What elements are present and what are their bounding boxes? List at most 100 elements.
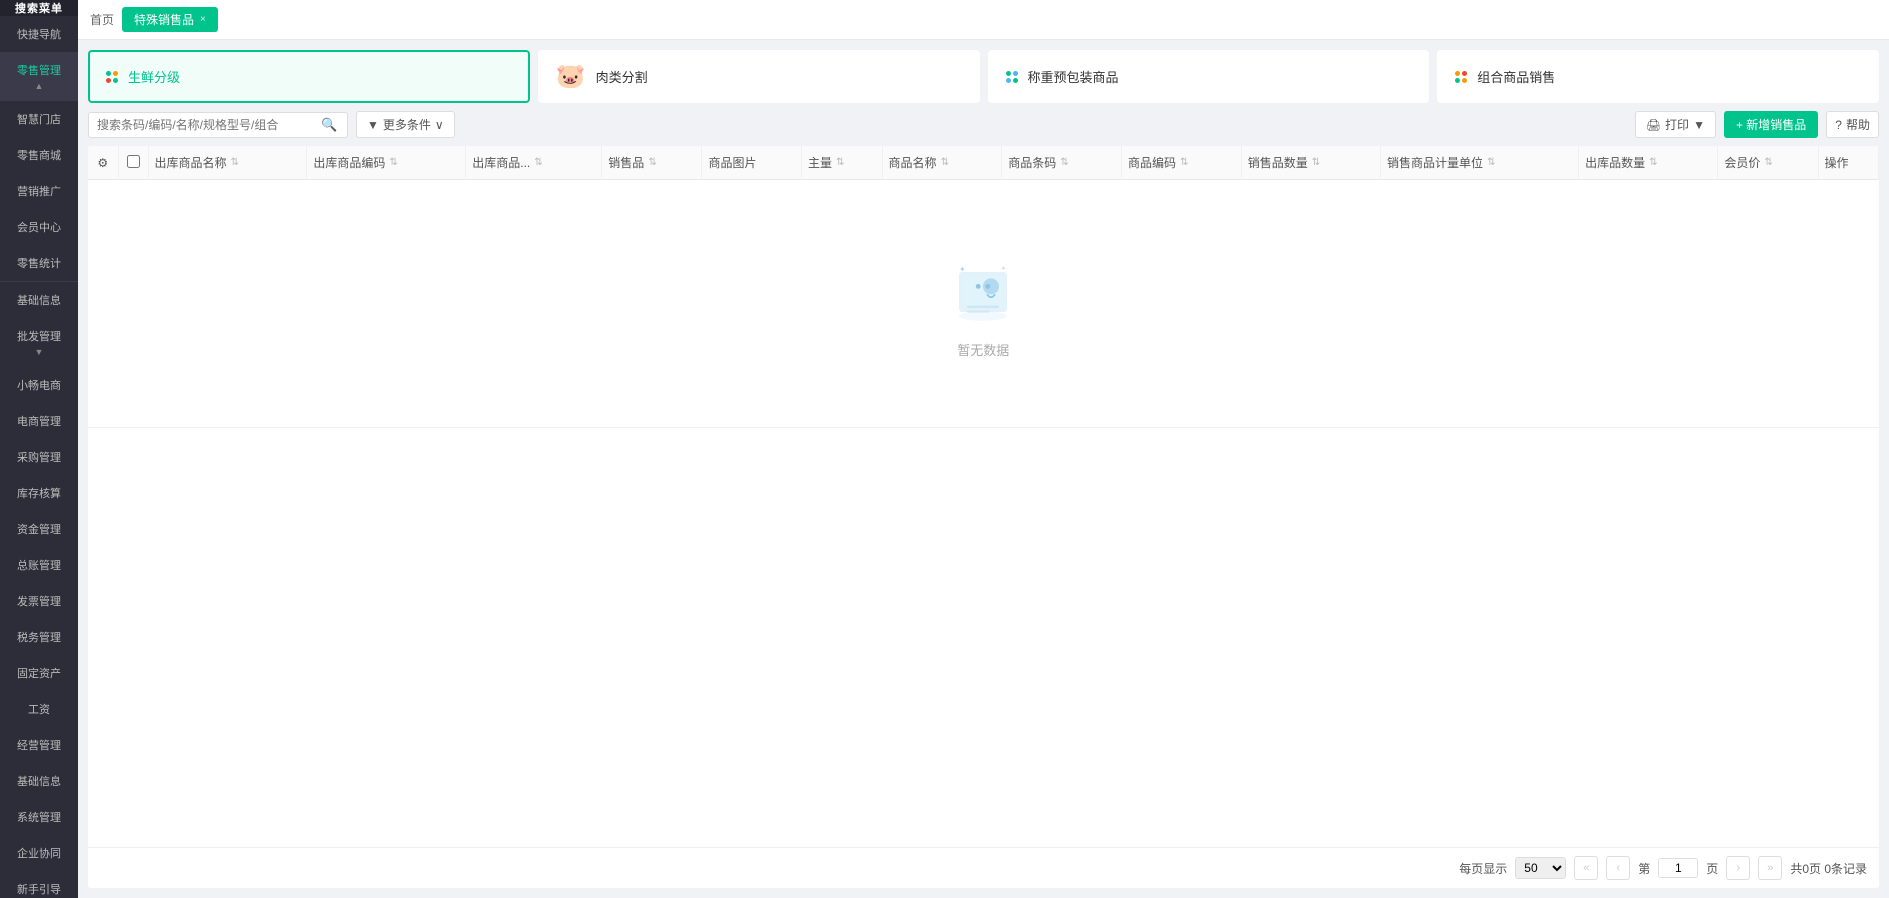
sidebar-item-basic-info2[interactable]: 基础信息 — [0, 763, 78, 799]
filter-icon: ▼ — [367, 118, 379, 132]
sort-icon: ⇅ — [648, 157, 656, 168]
sidebar-item-retail-stats[interactable]: 零售统计 — [0, 245, 78, 281]
svg-text:✦: ✦ — [1001, 265, 1006, 272]
fresh-grade-icon — [106, 71, 118, 83]
sidebar-item-fixed-assets[interactable]: 固定资产 — [0, 655, 78, 691]
meat-cut-icon: 🐷 — [556, 62, 586, 91]
sidebar-item-tax-mgmt[interactable]: 税务管理 — [0, 619, 78, 655]
tab-meat-cut[interactable]: 🐷 肉类分割 — [538, 50, 980, 103]
home-link[interactable]: 首页 — [90, 11, 114, 28]
col-settings[interactable]: ⚙ — [88, 146, 118, 180]
search-box[interactable]: 🔍 — [88, 112, 348, 138]
last-page-button[interactable]: » — [1758, 856, 1782, 880]
col-item-name[interactable]: 商品名称⇅ — [882, 146, 1002, 180]
sidebar-item-inventory[interactable]: 库存核算 — [0, 475, 78, 511]
per-page-select[interactable]: 50 10 20 100 — [1515, 857, 1566, 879]
sidebar-item-purchase-mgmt[interactable]: 采购管理 — [0, 439, 78, 475]
per-page-label: 每页显示 — [1459, 860, 1507, 877]
sidebar-item-corp-collab[interactable]: 企业协同 — [0, 835, 78, 871]
table-header-row: ⚙ 出库商品名称⇅ 出库商品编码⇅ 出库商品...⇅ — [88, 146, 1879, 180]
empty-state: ✦ ✦ 暂无数据 — [94, 188, 1873, 419]
help-button[interactable]: ? 帮助 — [1826, 111, 1879, 138]
function-tabs: 生鲜分级 🐷 肉类分割 称重预包装商品 — [88, 50, 1879, 103]
chevron-icon: ▲ — [35, 81, 44, 91]
sort-icon: ⇅ — [1487, 157, 1495, 168]
prev-page-button[interactable]: ‹ — [1606, 856, 1630, 880]
filter-button[interactable]: ▼ 更多条件 ∨ — [356, 111, 455, 138]
svg-text:✦: ✦ — [959, 265, 966, 274]
table-body: ✦ ✦ 暂无数据 — [88, 180, 1879, 428]
col-sale-qty[interactable]: 销售品数量⇅ — [1241, 146, 1380, 180]
sidebar-item-general-ledger[interactable]: 总账管理 — [0, 547, 78, 583]
close-tab-icon[interactable]: × — [200, 14, 206, 25]
select-all-checkbox[interactable] — [127, 155, 140, 168]
print-chevron-icon: ▼ — [1693, 118, 1705, 132]
combo-sales-icon — [1455, 71, 1467, 83]
sort-icon: ⇅ — [1312, 157, 1320, 168]
total-records: 共0页 0条记录 — [1790, 860, 1867, 877]
first-page-button[interactable]: « — [1574, 856, 1598, 880]
sidebar-item-sys-mgmt[interactable]: 系统管理 — [0, 799, 78, 835]
col-main-qty[interactable]: 主量⇅ — [801, 146, 882, 180]
main-content: 首页 特殊销售品 × 生鲜分级 — [78, 0, 1889, 898]
page-input[interactable] — [1658, 858, 1698, 878]
col-checkbox[interactable] — [118, 146, 148, 180]
table-wrapper: ⚙ 出库商品名称⇅ 出库商品编码⇅ 出库商品...⇅ — [88, 146, 1879, 847]
sidebar-item-quick-nav[interactable]: 快捷导航 — [0, 16, 78, 52]
sidebar-item-wages[interactable]: 工资 — [0, 691, 78, 727]
sidebar-item-wholesale-mgmt[interactable]: 批发管理 ▼ — [0, 318, 78, 367]
sidebar-item-members[interactable]: 会员中心 — [0, 209, 78, 245]
toolbar: 🔍 ▼ 更多条件 ∨ 🖨 打印 ▼ + 新增销售品 ? — [88, 111, 1879, 138]
new-item-button[interactable]: + 新增销售品 — [1724, 111, 1818, 138]
search-icon[interactable]: 🔍 — [321, 117, 337, 133]
sidebar-item-ecom-mgmt[interactable]: 电商管理 — [0, 403, 78, 439]
pagination: 每页显示 50 10 20 100 « ‹ 第 页 › » 共0页 0条记录 — [88, 847, 1879, 888]
search-input[interactable] — [97, 118, 317, 132]
col-member-price[interactable]: 会员价⇅ — [1718, 146, 1818, 180]
sidebar-item-invoice-mgmt[interactable]: 发票管理 — [0, 583, 78, 619]
weight-prepack-label: 称重预包装商品 — [1028, 67, 1119, 86]
sidebar-logo[interactable]: 搜索菜单 — [0, 0, 78, 16]
sidebar-item-mini-ecom[interactable]: 小畅电商 — [0, 367, 78, 403]
col-out-qty[interactable]: 出库品数量⇅ — [1579, 146, 1718, 180]
topbar: 首页 特殊销售品 × — [78, 0, 1889, 40]
sidebar-item-finance[interactable]: 资金管理 — [0, 511, 78, 547]
active-tab[interactable]: 特殊销售品 × — [122, 7, 218, 32]
chevron-down-icon: ▼ — [35, 347, 44, 357]
data-table: ⚙ 出库商品名称⇅ 出库商品编码⇅ 出库商品...⇅ — [88, 146, 1879, 428]
sidebar-item-smart-store[interactable]: 智慧门店 — [0, 101, 78, 137]
page-label: 第 — [1638, 860, 1650, 877]
sidebar-item-retail-mall[interactable]: 零售商城 — [0, 137, 78, 173]
col-out-name[interactable]: 出库商品名称⇅ — [148, 146, 307, 180]
fresh-grade-label: 生鲜分级 — [128, 67, 180, 86]
col-item-code[interactable]: 商品编码⇅ — [1122, 146, 1242, 180]
tab-combo-sales[interactable]: 组合商品销售 — [1437, 50, 1879, 103]
next-page-button[interactable]: › — [1726, 856, 1750, 880]
col-actions: 操作 — [1818, 146, 1878, 180]
sort-icon: ⇅ — [1649, 157, 1657, 168]
empty-cell: ✦ ✦ 暂无数据 — [88, 180, 1879, 428]
tab-fresh-grade[interactable]: 生鲜分级 — [88, 50, 530, 103]
sidebar-item-ops-mgmt[interactable]: 经营管理 — [0, 727, 78, 763]
sort-icon: ⇅ — [941, 157, 949, 168]
help-icon: ? — [1835, 118, 1842, 132]
sidebar-item-sales-promo[interactable]: 营销推广 — [0, 173, 78, 209]
col-out-code[interactable]: 出库商品编码⇅ — [307, 146, 466, 180]
new-item-label: + 新增销售品 — [1736, 116, 1806, 133]
col-sale-item[interactable]: 销售品⇅ — [602, 146, 702, 180]
tab-weight-prepack[interactable]: 称重预包装商品 — [988, 50, 1430, 103]
col-out-spec[interactable]: 出库商品...⇅ — [466, 146, 602, 180]
sort-icon: ⇅ — [1060, 157, 1068, 168]
data-table-container: ⚙ 出库商品名称⇅ 出库商品编码⇅ 出库商品...⇅ — [88, 146, 1879, 888]
combo-sales-label: 组合商品销售 — [1477, 67, 1555, 86]
sidebar-item-basic-info[interactable]: 基础信息 — [0, 281, 78, 318]
col-item-barcode[interactable]: 商品条码⇅ — [1002, 146, 1122, 180]
print-button[interactable]: 🖨 打印 ▼ — [1635, 111, 1716, 138]
toolbar-right: 🖨 打印 ▼ + 新增销售品 ? 帮助 — [1635, 111, 1879, 138]
sort-icon: ⇅ — [534, 157, 542, 168]
tab-label: 特殊销售品 — [134, 11, 194, 28]
empty-state-icon: ✦ ✦ — [943, 248, 1023, 328]
sidebar-item-retail-mgmt[interactable]: 零售管理 ▲ — [0, 52, 78, 101]
col-sale-unit[interactable]: 销售商品计量单位⇅ — [1381, 146, 1579, 180]
sidebar-item-new-guide[interactable]: 新手引导 — [0, 871, 78, 898]
